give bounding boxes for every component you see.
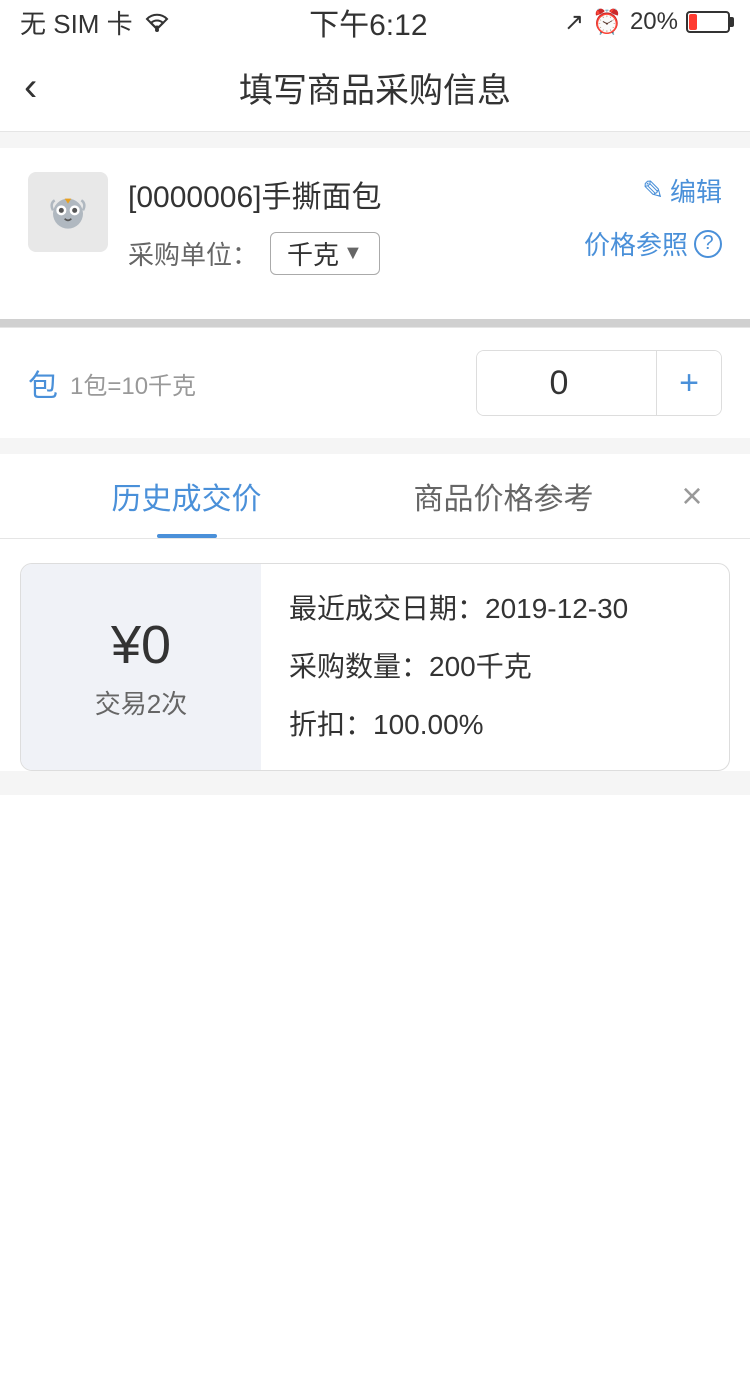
alarm-icon: ⏰	[592, 8, 622, 37]
quantity-row: 包 1包=10千克 +	[0, 327, 750, 438]
question-icon: ?	[694, 230, 722, 258]
edit-label: 编辑	[670, 172, 722, 209]
tab-history-price-label: 历史成交价	[112, 474, 262, 518]
quantity-plus-button[interactable]: +	[657, 351, 721, 415]
owl-logo	[43, 187, 93, 237]
price-reference-button[interactable]: 价格参照 ?	[584, 225, 722, 262]
tabs-header: 历史成交价 商品价格参考 ×	[0, 454, 750, 539]
recent-date-label: 最近成交日期：	[289, 593, 485, 624]
back-button[interactable]: ‹	[24, 65, 37, 110]
no-sim-label: 无 SIM 卡	[20, 4, 133, 41]
discount-value: 100.00%	[373, 709, 484, 740]
purchase-qty-row: 采购数量：200千克	[289, 646, 701, 688]
unit-selector[interactable]: 千克 ▼	[270, 232, 380, 275]
tab-price-reference[interactable]: 商品价格参考	[345, 454, 662, 538]
page-title: 填写商品采购信息	[239, 63, 511, 112]
product-right-col: ✎ 编辑 价格参照 ?	[584, 172, 722, 262]
status-right: ↗ ⏰ 20%	[564, 8, 730, 37]
status-time: 下午6:12	[309, 0, 427, 44]
discount-label: 折扣：	[289, 709, 373, 740]
product-name: [0000006]手撕面包	[128, 172, 381, 216]
battery-icon	[686, 11, 730, 33]
nav-bar: ‹ 填写商品采购信息	[0, 44, 750, 132]
price-card-left: ¥0 交易2次	[21, 564, 261, 770]
price-value: ¥0	[111, 614, 171, 676]
quantity-input[interactable]	[477, 351, 657, 415]
package-label: 包	[28, 361, 58, 405]
price-card: ¥0 交易2次 最近成交日期：2019-12-30 采购数量：200千克 折扣：…	[20, 563, 730, 771]
recent-date-value: 2019-12-30	[485, 593, 628, 624]
product-thumbnail	[28, 172, 108, 252]
product-info: [0000006]手撕面包 采购单位： 千克 ▼	[128, 172, 381, 275]
quantity-control: +	[476, 350, 722, 416]
tab-history-price[interactable]: 历史成交价	[28, 454, 345, 538]
status-left: 无 SIM 卡	[20, 4, 173, 41]
edit-pencil-icon: ✎	[642, 175, 664, 206]
tab-price-reference-label: 商品价格参考	[414, 474, 594, 518]
unit-value: 千克	[287, 235, 339, 272]
product-header: [0000006]手撕面包 采购单位： 千克 ▼ ✎ 编辑 价格参照 ?	[28, 172, 722, 275]
discount-row: 折扣：100.00%	[289, 704, 701, 746]
empty-section	[0, 795, 750, 1395]
status-bar: 无 SIM 卡 下午6:12 ↗ ⏰ 20%	[0, 0, 750, 44]
product-unit-row: 采购单位： 千克 ▼	[128, 232, 381, 275]
quantity-label: 包 1包=10千克	[28, 361, 196, 405]
edit-button[interactable]: ✎ 编辑	[642, 172, 722, 209]
divider	[0, 319, 750, 327]
battery-percent: 20%	[630, 8, 678, 36]
location-icon: ↗	[564, 8, 584, 37]
price-ref-label: 价格参照	[584, 225, 688, 262]
currency-symbol: ¥	[111, 615, 141, 675]
tab-indicator	[157, 534, 217, 538]
package-ratio: 1包=10千克	[70, 366, 196, 401]
tabs-section: 历史成交价 商品价格参考 × ¥0 交易2次 最近成交日期：2019-12-30…	[0, 454, 750, 771]
purchase-qty-value: 200千克	[429, 651, 532, 682]
wifi-icon	[141, 11, 173, 33]
product-left: [0000006]手撕面包 采购单位： 千克 ▼	[28, 172, 381, 275]
recent-date-row: 最近成交日期：2019-12-30	[289, 588, 701, 630]
price-number: 0	[141, 615, 171, 675]
price-trades: 交易2次	[95, 684, 187, 721]
purchase-unit-label: 采购单位：	[128, 235, 258, 272]
purchase-qty-label: 采购数量：	[289, 651, 429, 682]
tabs-close-button[interactable]: ×	[662, 454, 722, 538]
price-card-right: 最近成交日期：2019-12-30 采购数量：200千克 折扣：100.00%	[261, 564, 729, 770]
product-card: [0000006]手撕面包 采购单位： 千克 ▼ ✎ 编辑 价格参照 ?	[0, 148, 750, 319]
dropdown-arrow-icon: ▼	[343, 242, 363, 265]
